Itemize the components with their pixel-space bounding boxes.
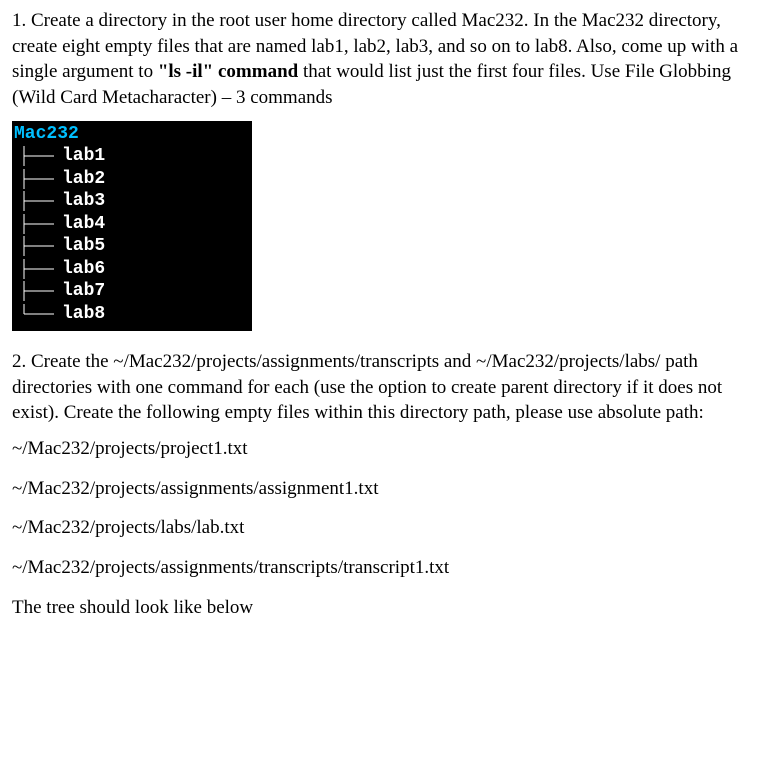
question-1-text: 1. Create a directory in the root user h… [12, 8, 755, 111]
question-2-text: 2. Create the ~/Mac232/projects/assignme… [12, 349, 755, 426]
file-path-2: ~/Mac232/projects/assignments/assignment… [12, 476, 755, 502]
terminal-file-row: lab1 [12, 145, 252, 168]
tree-branch-icon [16, 236, 62, 256]
tree-branch-icon [16, 146, 62, 166]
tree-branch-icon [16, 214, 62, 234]
tree-branch-last-icon [16, 304, 62, 324]
terminal-file-row: lab8 [12, 303, 252, 326]
terminal-file-name: lab4 [62, 213, 105, 236]
terminal-file-row: lab7 [12, 280, 252, 303]
tree-branch-icon [16, 191, 62, 211]
terminal-file-name: lab2 [62, 168, 105, 191]
terminal-file-name: lab8 [62, 303, 105, 326]
terminal-file-row: lab5 [12, 235, 252, 258]
terminal-file-name: lab1 [62, 145, 105, 168]
terminal-file-name: lab3 [62, 190, 105, 213]
terminal-file-name: lab6 [62, 258, 105, 281]
terminal-dir-name: Mac232 [12, 121, 252, 146]
tree-note-text: The tree should look like below [12, 595, 755, 621]
terminal-file-row: lab2 [12, 168, 252, 191]
question-1-bold: "ls -il" command [158, 61, 298, 82]
file-path-4: ~/Mac232/projects/assignments/transcript… [12, 555, 755, 581]
terminal-file-row: lab6 [12, 258, 252, 281]
tree-branch-icon [16, 281, 62, 301]
terminal-file-row: lab3 [12, 190, 252, 213]
terminal-output: Mac232 lab1 lab2 lab3 lab4 lab5 lab6 [12, 121, 252, 332]
tree-branch-icon [16, 259, 62, 279]
terminal-file-name: lab7 [62, 280, 105, 303]
file-path-3: ~/Mac232/projects/labs/lab.txt [12, 515, 755, 541]
file-path-1: ~/Mac232/projects/project1.txt [12, 436, 755, 462]
terminal-file-row: lab4 [12, 213, 252, 236]
tree-branch-icon [16, 169, 62, 189]
terminal-file-name: lab5 [62, 235, 105, 258]
